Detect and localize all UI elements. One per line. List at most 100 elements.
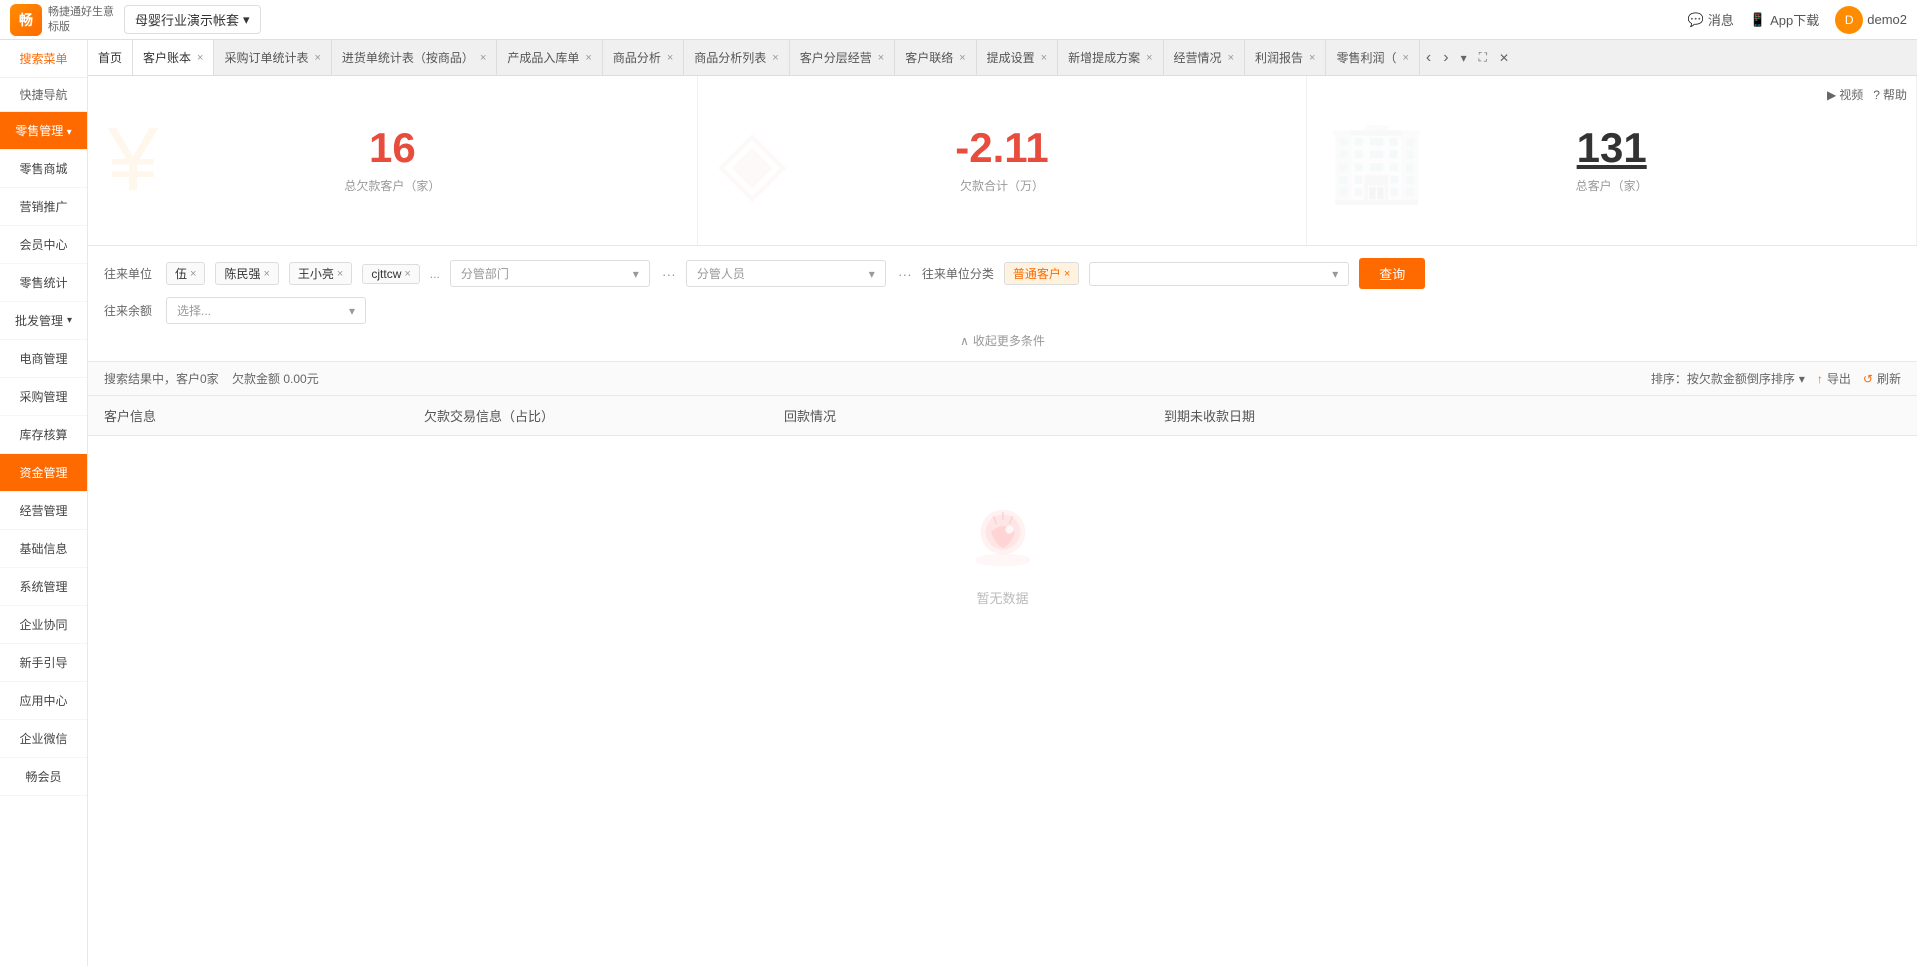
tab-goods-analysis[interactable]: 商品分析 × — [603, 40, 684, 76]
filter-person-ellipsis[interactable]: ··· — [898, 266, 912, 282]
filter-tag-wu[interactable]: 伍 × — [166, 262, 205, 285]
result-bar: 搜索结果中，客户0家 欠款金额 0.00元 排序：按欠款金额倒序排序 ▾ ↑ 导… — [88, 362, 1917, 396]
filter-unit-class-select[interactable]: ▾ — [1089, 262, 1349, 286]
filter-more-units[interactable]: ... — [430, 267, 440, 281]
tab-customer-contact[interactable]: 客户联络 × — [895, 40, 976, 76]
avatar: D — [1835, 6, 1863, 34]
sidebar-item-wholesale-mgmt[interactable]: 批发管理 ▾ — [0, 302, 87, 340]
tab-close-goods[interactable]: × — [667, 52, 673, 64]
export-button[interactable]: ↑ 导出 — [1817, 370, 1851, 387]
filter-row-1: 往来单位 伍 × 陈民强 × 王小亮 × cjttcw — [104, 258, 1901, 289]
tab-close-retail-profit[interactable]: × — [1402, 52, 1408, 64]
tab-profit-report[interactable]: 利润报告 × — [1245, 40, 1326, 76]
chevron-down-icon: ▾ — [633, 267, 639, 281]
export-icon: ↑ — [1817, 372, 1823, 386]
collapse-icon: ∧ — [960, 334, 969, 348]
sidebar-item-enterprise-collab[interactable]: 企业协同 — [0, 606, 87, 644]
sidebar-item-retail-stats[interactable]: 零售统计 — [0, 264, 87, 302]
sidebar-item-purchase[interactable]: 采购管理 — [0, 378, 87, 416]
filter-tag-close-wang[interactable]: × — [337, 268, 343, 280]
tab-close-op[interactable]: × — [1228, 52, 1234, 64]
tab-inventory-stat[interactable]: 进货单统计表（按商品） × — [332, 40, 497, 76]
tab-accounts[interactable]: 客户账本 × — [133, 40, 214, 76]
sidebar-item-marketing[interactable]: 营销推广 — [0, 188, 87, 226]
filter-person-select[interactable]: 分管人员 ▾ — [686, 260, 886, 287]
filter-tag-ordinary[interactable]: 普通客户 × — [1004, 262, 1079, 285]
filter-balance-select[interactable]: 选择... ▾ — [166, 297, 366, 324]
filter-area: 往来单位 伍 × 陈民强 × 王小亮 × cjttcw — [88, 246, 1917, 362]
stats-label-all: 总客户（家） — [1576, 177, 1648, 194]
tab-close-raise[interactable]: × — [1041, 52, 1047, 64]
tab-customer-tier[interactable]: 客户分层经营 × — [790, 40, 895, 76]
filter-tag-chen[interactable]: 陈民强 × — [215, 262, 278, 285]
tab-bar: 首页 客户账本 × 采购订单统计表 × 进货单统计表（按商品） × 产成品入库单… — [88, 40, 1917, 76]
result-actions: 排序：按欠款金额倒序排序 ▾ ↑ 导出 ↺ 刷新 — [1651, 370, 1901, 387]
tab-menu-btn[interactable]: ▾ — [1455, 51, 1473, 65]
tab-close-product-in[interactable]: × — [585, 52, 591, 64]
sidebar-item-capital[interactable]: 资金管理 — [0, 454, 87, 492]
tab-fullscreen-btn[interactable]: ⛶ — [1473, 50, 1493, 65]
sidebar-item-ecommerce[interactable]: 电商管理 — [0, 340, 87, 378]
sidebar-item-new-guide[interactable]: 新手引导 — [0, 644, 87, 682]
tab-close-contact[interactable]: × — [959, 52, 965, 64]
refresh-button[interactable]: ↺ 刷新 — [1863, 370, 1901, 387]
tab-close-all-btn[interactable]: ✕ — [1493, 51, 1515, 65]
sort-button[interactable]: 排序：按欠款金额倒序排序 ▾ — [1651, 370, 1805, 387]
tab-close-customer-tier[interactable]: × — [878, 52, 884, 64]
sidebar-item-retail-shop[interactable]: 零售商城 — [0, 150, 87, 188]
user-avatar[interactable]: D demo2 — [1835, 6, 1907, 34]
account-selector[interactable]: 母婴行业演示帐套 ▾ — [124, 5, 261, 34]
help-link[interactable]: ? 帮助 — [1873, 86, 1907, 103]
tab-retail-profit[interactable]: 零售利润（ × — [1326, 40, 1419, 76]
tab-close-new-raise[interactable]: × — [1146, 52, 1152, 64]
filter-dept-ellipsis[interactable]: ··· — [662, 266, 676, 282]
filter-tag-wang[interactable]: 王小亮 × — [289, 262, 352, 285]
tab-nav-next[interactable]: › — [1437, 49, 1454, 67]
sidebar-quick-nav[interactable]: 快捷导航 — [0, 78, 87, 112]
col-header-due: 到期未收款日期 — [1164, 406, 1901, 425]
filter-dept-select[interactable]: 分管部门 ▾ — [450, 260, 650, 287]
filter-tag-close-wu[interactable]: × — [190, 268, 196, 280]
tab-new-raise[interactable]: 新增提成方案 × — [1058, 40, 1163, 76]
sidebar-item-member-center[interactable]: 会员中心 — [0, 226, 87, 264]
tab-purchase-order[interactable]: 采购订单统计表 × — [214, 40, 331, 76]
tab-close-profit[interactable]: × — [1309, 52, 1315, 64]
filter-tag-close-chen[interactable]: × — [263, 268, 269, 280]
video-link[interactable]: ▶ 视频 — [1827, 86, 1863, 103]
sidebar-item-basic-info[interactable]: 基础信息 — [0, 530, 87, 568]
tab-close-purchase[interactable]: × — [314, 52, 320, 64]
collapse-button[interactable]: ∧ 收起更多条件 — [104, 332, 1901, 349]
message-button[interactable]: 💬 消息 — [1688, 10, 1734, 29]
tab-home[interactable]: 首页 — [88, 40, 133, 76]
sidebar-item-app-center[interactable]: 应用中心 — [0, 682, 87, 720]
col-header-repayment: 回款情况 — [784, 406, 1164, 425]
app-download-button[interactable]: 📱 App下载 — [1750, 10, 1819, 29]
tab-close-inventory[interactable]: × — [480, 52, 486, 64]
sidebar-item-ops[interactable]: 经营管理 — [0, 492, 87, 530]
sidebar-item-enterprise-wechat[interactable]: 企业微信 — [0, 720, 87, 758]
message-icon: 💬 — [1688, 12, 1704, 28]
stats-value-debt: -2.11 — [955, 127, 1048, 169]
logo-text: 畅捷通好生意 标版 — [48, 5, 114, 34]
sidebar-item-retail-mgmt[interactable]: 零售管理 ▾ — [0, 112, 87, 150]
tab-product-in[interactable]: 产成品入库单 × — [497, 40, 602, 76]
sidebar-search[interactable]: 搜索菜单 — [0, 40, 87, 78]
filter-tag-cjttcw[interactable]: cjttcw × — [362, 264, 419, 284]
sidebar: 搜索菜单 快捷导航 零售管理 ▾ 零售商城 营销推广 会员中心 零售统计 批 — [0, 40, 88, 966]
sidebar-item-inventory[interactable]: 库存核算 — [0, 416, 87, 454]
tab-goods-analysis-list[interactable]: 商品分析列表 × — [684, 40, 789, 76]
filter-balance-label: 往来余额 — [104, 302, 156, 319]
tab-raise-settings[interactable]: 提成设置 × — [977, 40, 1058, 76]
sidebar-item-member-pass[interactable]: 畅会员 — [0, 758, 87, 796]
tab-close-accounts[interactable]: × — [197, 52, 203, 64]
col-header-customer: 客户信息 — [104, 406, 424, 425]
tab-operation[interactable]: 经营情况 × — [1164, 40, 1245, 76]
empty-state-icon — [963, 496, 1043, 576]
col-header-debt: 欠款交易信息（占比） — [424, 406, 784, 425]
filter-tag-close-ordinary[interactable]: × — [1064, 268, 1070, 280]
query-button[interactable]: 查询 — [1359, 258, 1425, 289]
filter-tag-close-cjttcw[interactable]: × — [404, 268, 410, 280]
tab-nav-prev[interactable]: ‹ — [1420, 49, 1437, 67]
tab-close-goods-list[interactable]: × — [772, 52, 778, 64]
sidebar-item-system-mgmt[interactable]: 系统管理 — [0, 568, 87, 606]
